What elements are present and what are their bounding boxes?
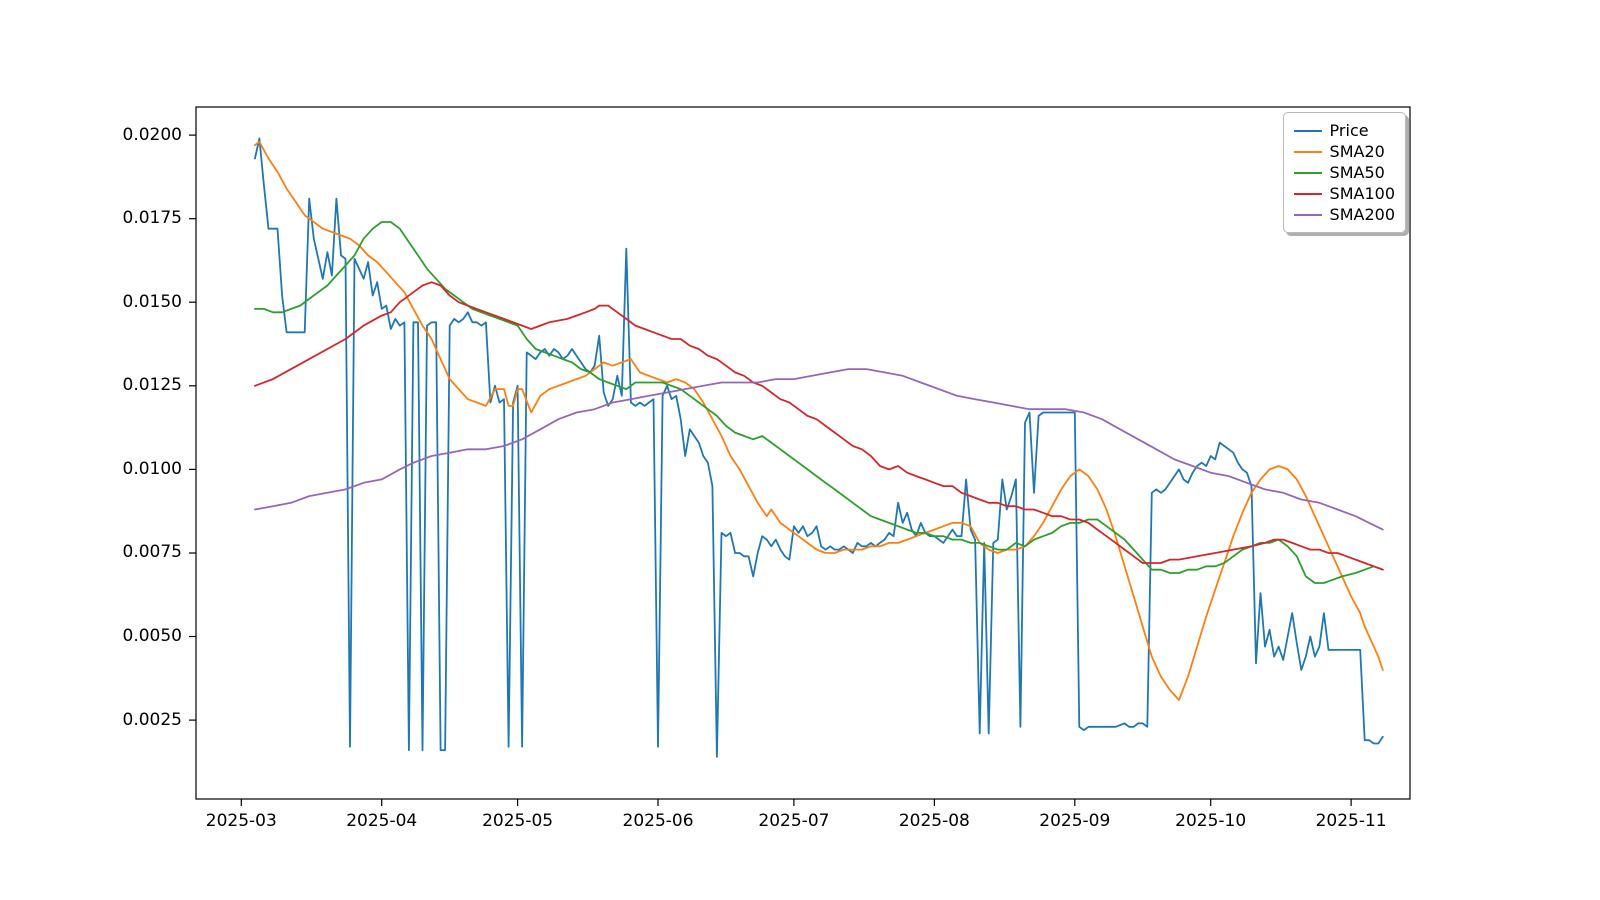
x-tick-label: 2025-05 — [482, 811, 554, 831]
legend-line-sample — [1293, 129, 1322, 132]
legend-label: SMA50 — [1329, 163, 1385, 182]
y-tick-label: 0.0075 — [122, 542, 182, 563]
legend-entry-sma20: SMA20 — [1293, 141, 1395, 162]
legend-label: SMA20 — [1329, 142, 1385, 161]
x-tick-label: 2025-06 — [622, 811, 694, 831]
legend-line-sample — [1293, 171, 1322, 174]
x-tick-label: 2025-08 — [898, 811, 970, 831]
y-tick-label: 0.0125 — [122, 375, 182, 396]
legend-label: SMA100 — [1329, 184, 1395, 203]
series-line-price — [253, 137, 1384, 758]
y-tick-label: 0.0050 — [122, 626, 182, 647]
y-tick-label: 0.0025 — [122, 709, 182, 730]
legend-line-sample — [1293, 213, 1322, 216]
legend-line-sample — [1293, 192, 1322, 195]
x-tick-label: 2025-04 — [346, 811, 418, 831]
chart-figure: 0.0200 0.0175 0.0150 0.0125 0.0100 0.0075 0.00… — [0, 0, 1600, 900]
y-tick-label: 0.0100 — [122, 458, 182, 479]
legend-entry-sma50: SMA50 — [1293, 162, 1395, 183]
x-tick-label: 2025-10 — [1175, 811, 1247, 831]
x-tick-label: 2025-11 — [1315, 811, 1387, 831]
series-line-sma200 — [253, 368, 1384, 531]
legend-entry-sma200: SMA200 — [1293, 204, 1395, 225]
y-tick-label: 0.0200 — [122, 124, 182, 145]
legend-line-sample — [1293, 150, 1322, 153]
legend-entry-price: Price — [1293, 120, 1395, 141]
x-tick-label: 2025-07 — [758, 811, 830, 831]
y-tick-label: 0.0175 — [122, 208, 182, 229]
legend-entry-sma100: SMA100 — [1293, 183, 1395, 204]
x-tick-label: 2025-09 — [1039, 811, 1111, 831]
axes-spines — [195, 106, 1411, 800]
legend-label: Price — [1329, 121, 1369, 140]
legend: Price SMA20 SMA50 SMA100 SMA200 — [1282, 112, 1406, 233]
x-tick-label: 2025-03 — [205, 811, 277, 831]
legend-label: SMA200 — [1329, 205, 1395, 224]
y-tick-label: 0.0150 — [122, 291, 182, 312]
